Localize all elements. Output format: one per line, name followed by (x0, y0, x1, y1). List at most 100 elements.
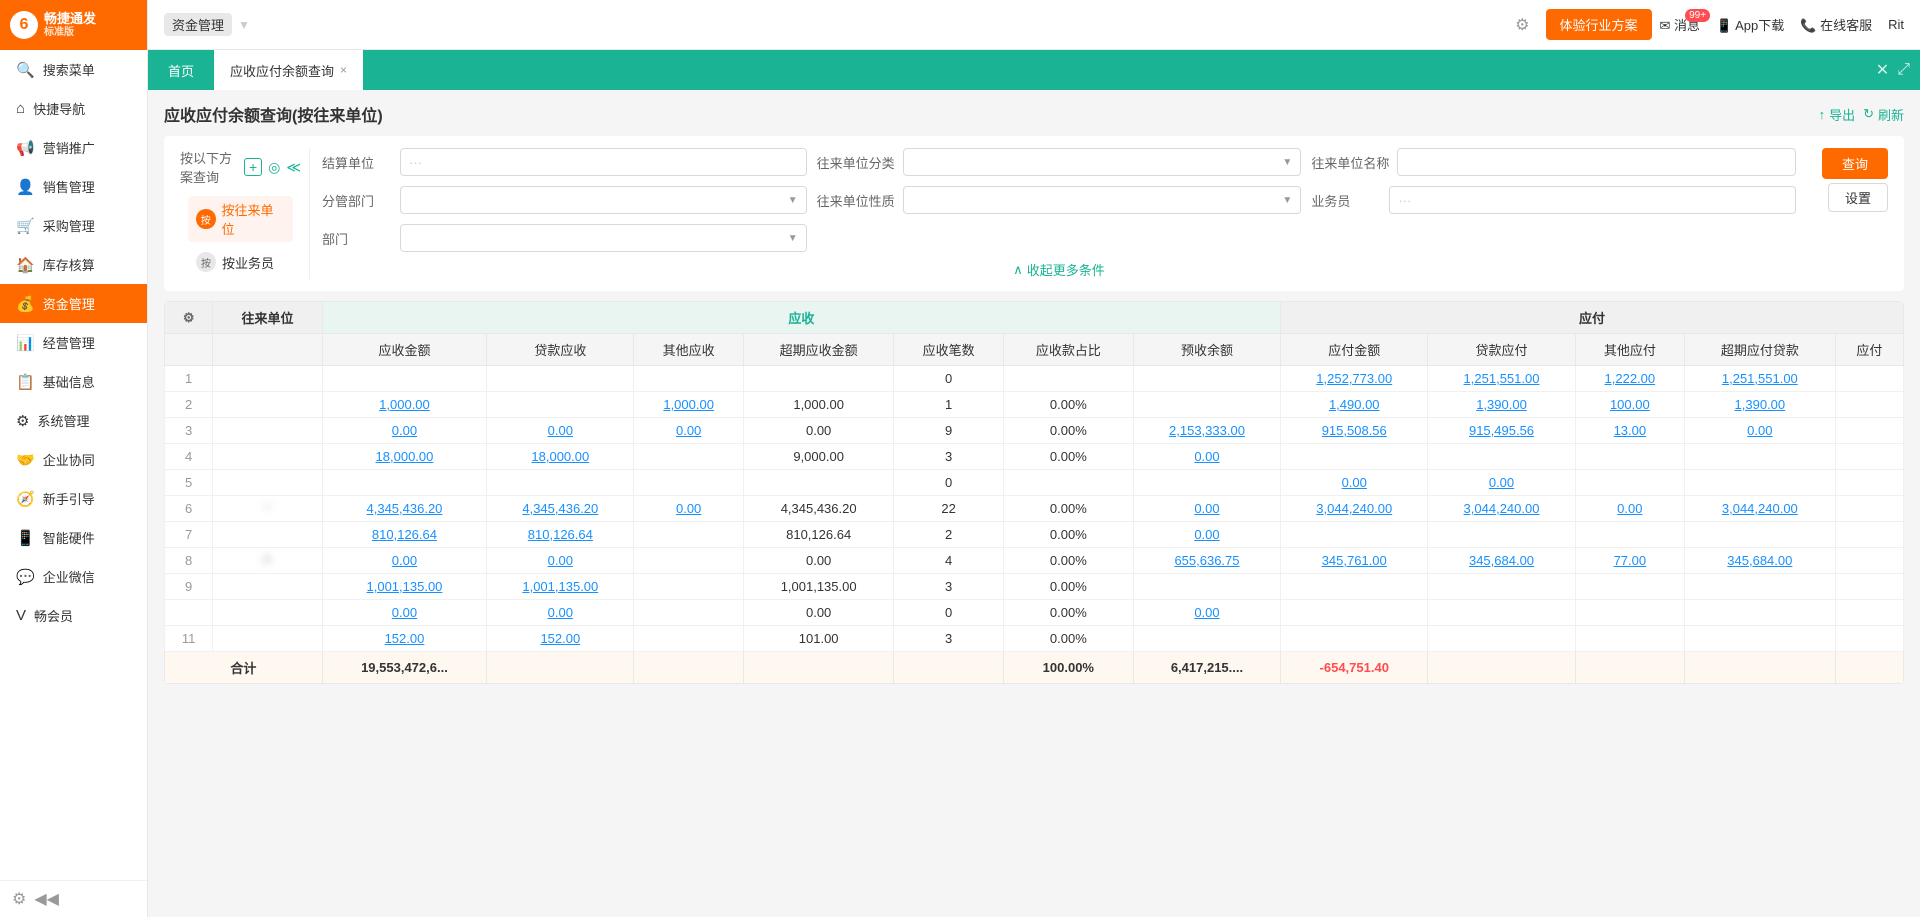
table-cell[interactable] (1575, 470, 1684, 496)
table-cell[interactable]: 1,490.00 (1281, 392, 1428, 418)
table-cell[interactable]: 0.00 (487, 418, 634, 444)
footer-ar-prepay[interactable]: 6,417,215.... (1133, 652, 1280, 684)
table-cell[interactable] (634, 626, 743, 652)
message-button[interactable]: ✉ 消息 99+ (1660, 15, 1701, 34)
sidebar-item-quick-nav[interactable]: ⌂ 快捷导航 (0, 89, 147, 128)
table-cell[interactable]: 0.00 (1575, 496, 1684, 522)
table-cell[interactable]: 0.00 (1685, 418, 1836, 444)
partner-category-input[interactable]: ▼ (903, 148, 1302, 176)
sidebar-item-corp-coop[interactable]: 🤝 企业协同 (0, 440, 147, 479)
table-cell[interactable]: 0.00 (322, 548, 486, 574)
sidebar-item-marketing[interactable]: 📢 营销推广 (0, 128, 147, 167)
table-cell[interactable]: 4,345,436.20 (322, 496, 486, 522)
table-cell[interactable]: 77.00 (1575, 548, 1684, 574)
table-cell[interactable]: 3,044,240.00 (1281, 496, 1428, 522)
table-cell[interactable]: 0.00 (1133, 444, 1280, 470)
table-cell[interactable] (1685, 522, 1836, 548)
table-cell[interactable]: 18,000.00 (322, 444, 486, 470)
filter-collapse-icon[interactable]: ≪ (286, 159, 301, 176)
table-cell[interactable] (634, 522, 743, 548)
sidebar-settings-icon[interactable]: ⚙ (12, 889, 26, 909)
table-cell[interactable] (1575, 574, 1684, 600)
table-cell[interactable]: 345,761.00 (1281, 548, 1428, 574)
table-cell[interactable] (1133, 366, 1280, 392)
refresh-button[interactable]: ↻ 刷新 (1863, 105, 1904, 124)
table-cell[interactable]: 1,000.00 (322, 392, 486, 418)
table-settings-icon[interactable]: ⚙ (183, 310, 195, 325)
table-cell[interactable] (634, 470, 743, 496)
sidebar-item-smart-hw[interactable]: 📱 智能硬件 (0, 518, 147, 557)
table-cell[interactable] (634, 600, 743, 626)
table-cell[interactable] (1133, 470, 1280, 496)
sidebar-item-sales[interactable]: 👤 销售管理 (0, 167, 147, 206)
table-cell[interactable] (1133, 626, 1280, 652)
promo-button[interactable]: 体验行业方案 (1546, 9, 1652, 40)
table-cell[interactable] (634, 366, 743, 392)
filter-by-partner[interactable]: 按 按往来单位 (188, 196, 293, 242)
table-cell[interactable]: 1,251,551.00 (1428, 366, 1575, 392)
table-cell[interactable] (322, 366, 486, 392)
table-cell[interactable] (1428, 626, 1575, 652)
table-cell[interactable]: 915,508.56 (1281, 418, 1428, 444)
table-cell[interactable]: 0.00 (487, 600, 634, 626)
export-button[interactable]: ↑ 导出 (1819, 105, 1856, 124)
topbar-gear-icon[interactable]: ⚙ (1515, 15, 1529, 35)
table-cell[interactable]: 345,684.00 (1428, 548, 1575, 574)
table-cell[interactable]: 1,390.00 (1428, 392, 1575, 418)
table-cell[interactable]: 100.00 (1575, 392, 1684, 418)
table-cell[interactable]: 0.00 (1428, 470, 1575, 496)
table-cell[interactable]: 1,000.00 (634, 392, 743, 418)
table-cell[interactable] (1685, 574, 1836, 600)
table-cell[interactable]: 1,222.00 (1575, 366, 1684, 392)
sidebar-item-finance[interactable]: 💰 资金管理 (0, 284, 147, 323)
app-download-button[interactable]: 📱 App下载 (1716, 15, 1784, 34)
table-cell[interactable]: 345,684.00 (1685, 548, 1836, 574)
salesman-input[interactable]: ··· (1389, 186, 1796, 214)
sidebar-item-member[interactable]: V 畅会员 (0, 596, 147, 635)
table-cell[interactable] (1133, 392, 1280, 418)
table-cell[interactable] (1428, 600, 1575, 626)
table-cell[interactable]: 0.00 (634, 418, 743, 444)
table-cell[interactable] (1575, 600, 1684, 626)
collapse-button[interactable]: ∧ 收起更多条件 (1013, 260, 1105, 279)
partner-name-input[interactable] (1397, 148, 1796, 176)
table-cell[interactable]: 1,001,135.00 (322, 574, 486, 600)
table-cell[interactable]: 0.00 (1133, 600, 1280, 626)
table-cell[interactable]: 0.00 (1133, 522, 1280, 548)
table-cell[interactable] (1428, 522, 1575, 548)
table-cell[interactable] (1281, 444, 1428, 470)
filter-by-salesman[interactable]: 按 按业务员 (188, 248, 293, 276)
table-cell[interactable] (487, 392, 634, 418)
setting-button[interactable]: 设置 (1828, 183, 1888, 212)
sidebar-item-search-menu[interactable]: 🔍 搜索菜单 (0, 50, 147, 89)
table-cell[interactable] (1428, 444, 1575, 470)
table-cell[interactable] (1281, 600, 1428, 626)
sidebar-item-corp-wx[interactable]: 💬 企业微信 (0, 557, 147, 596)
table-cell[interactable]: 3,044,240.00 (1685, 496, 1836, 522)
table-cell[interactable]: 1,390.00 (1685, 392, 1836, 418)
tab-active[interactable]: 应收应付余额查询 × (214, 50, 363, 90)
table-cell[interactable]: 1,252,773.00 (1281, 366, 1428, 392)
table-cell[interactable]: 0.00 (1281, 470, 1428, 496)
table-cell[interactable]: 152.00 (487, 626, 634, 652)
table-cell[interactable] (1685, 470, 1836, 496)
th-settings[interactable]: ⚙ (165, 302, 213, 334)
table-cell[interactable]: 152.00 (322, 626, 486, 652)
table-cell[interactable]: 13.00 (1575, 418, 1684, 444)
table-cell[interactable] (1575, 444, 1684, 470)
table-cell[interactable] (1685, 626, 1836, 652)
table-cell[interactable] (1281, 574, 1428, 600)
table-cell[interactable]: 0.00 (322, 600, 486, 626)
sidebar-item-purchase[interactable]: 🛒 采购管理 (0, 206, 147, 245)
table-cell[interactable]: 0.00 (487, 548, 634, 574)
table-cell[interactable] (487, 470, 634, 496)
table-cell[interactable] (1281, 522, 1428, 548)
table-cell[interactable] (1685, 444, 1836, 470)
sidebar-item-operation[interactable]: 📊 经营管理 (0, 323, 147, 362)
sidebar-item-guide[interactable]: 🧭 新手引导 (0, 479, 147, 518)
table-cell[interactable] (1685, 600, 1836, 626)
online-service-button[interactable]: 📞 在线客服 (1800, 15, 1872, 34)
dept-manager-input[interactable]: ▼ (400, 186, 807, 214)
footer-ar-amount[interactable]: 19,553,472,6... (322, 652, 486, 684)
filter-add-icon[interactable]: + (244, 158, 262, 176)
